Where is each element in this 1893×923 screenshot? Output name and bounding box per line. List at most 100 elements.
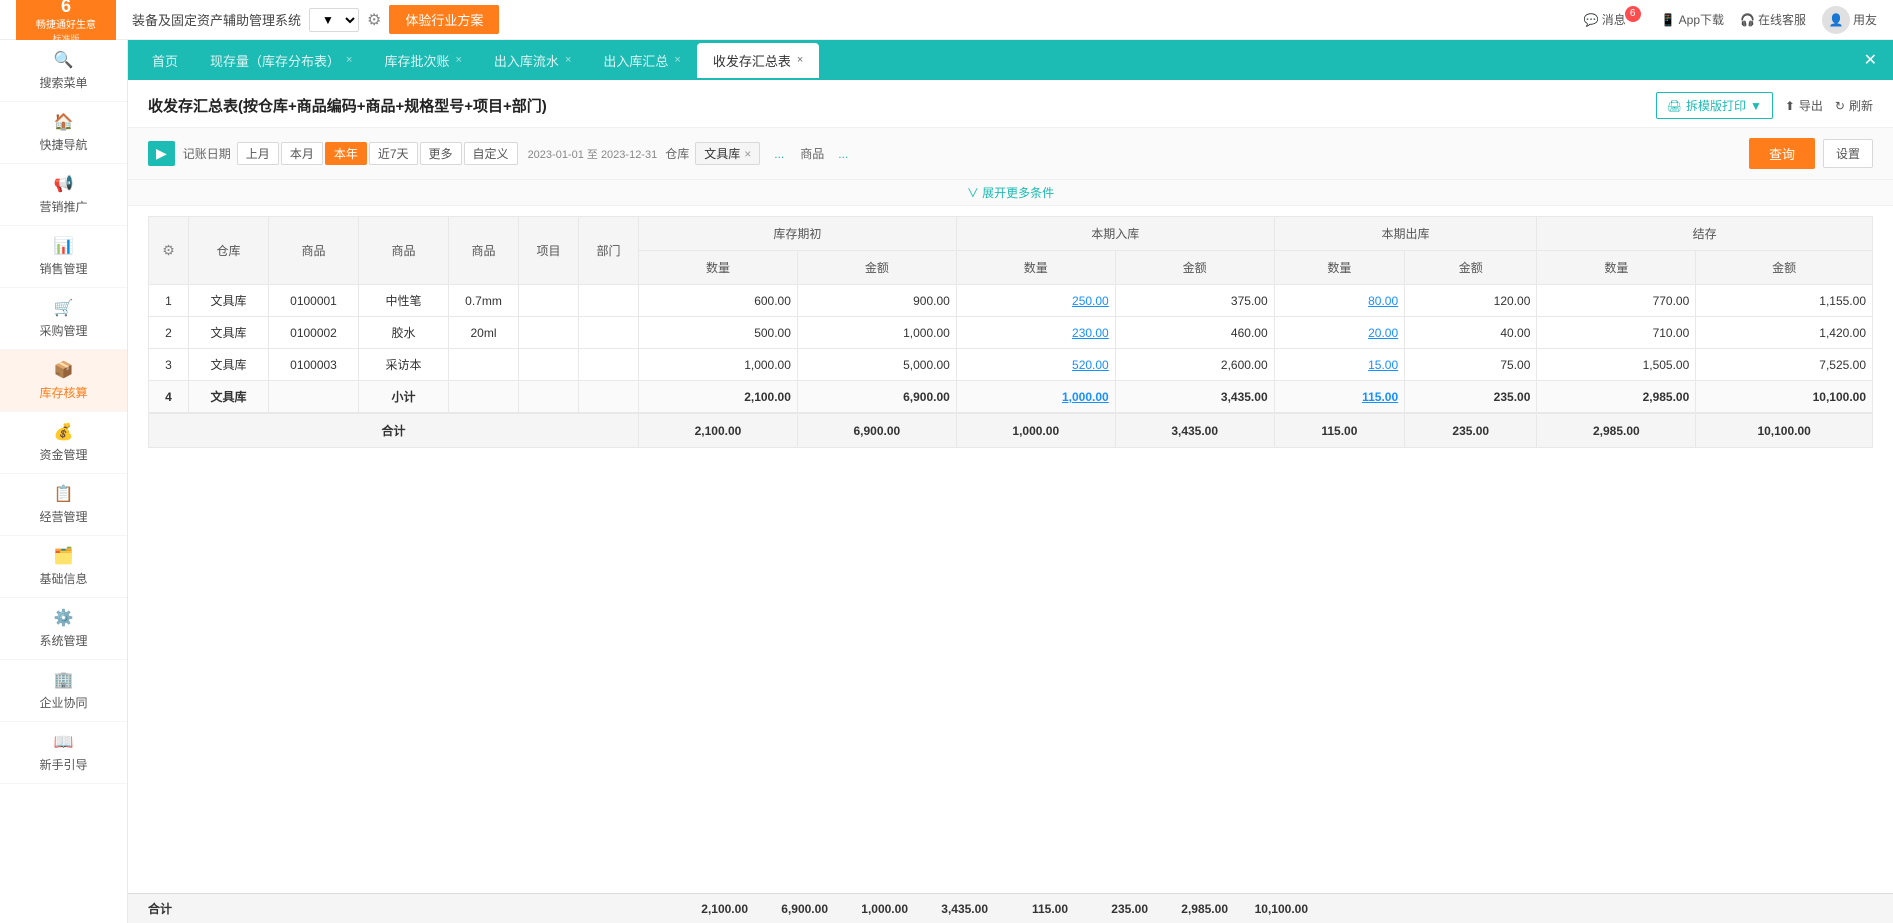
out-qty-link[interactable]: 20.00 [1368,326,1398,340]
app-top-bar: 6 畅捷通好生意 标准版 装备及固定资产辅助管理系统 ▼ ⚙ 体验行业方案 💬 … [0,0,1893,40]
tab-stock-dist[interactable]: 现存量（库存分布表） × [194,43,368,78]
headset-icon: 🎧 [1740,13,1755,27]
in-qty-link[interactable]: 520.00 [1072,358,1109,372]
warehouse-tag-remove-btn[interactable]: × [744,147,751,161]
cell-warehouse: 文具库 [189,349,269,381]
print-btn[interactable]: 🖨 拆模版打印 ▼ [1656,92,1773,119]
cell-in-qty[interactable]: 250.00 [956,285,1115,317]
cell-in-qty[interactable]: 230.00 [956,317,1115,349]
message-icon: 💬 [1584,13,1599,27]
date-btn-this-month[interactable]: 本月 [281,142,323,165]
tab-flow-close[interactable]: × [565,54,571,66]
goods-filter-label: 商品 [800,145,824,162]
out-qty-link[interactable]: 80.00 [1368,294,1398,308]
table-settings-icon[interactable]: ⚙ [162,242,175,258]
sidebar-item-quick-nav[interactable]: 🏠 快捷导航 [0,102,127,164]
th-dept: 部门 [579,217,639,285]
sidebar-item-guide[interactable]: 📖 新手引导 [0,722,127,784]
settings-gear-icon[interactable]: ⚙ [367,10,381,30]
tab-bar-close-btn[interactable]: ✕ [1856,46,1885,74]
cell-out-qty[interactable]: 15.00 [1274,349,1405,381]
expand-filter-btn[interactable]: ∨ 展开更多条件 [963,182,1058,204]
sidebar-item-finance[interactable]: 💰 资金管理 [0,412,127,474]
sidebar-item-enterprise[interactable]: 🏢 企业协同 [0,660,127,722]
cell-no: 1 [149,285,189,317]
footer-in-amt: 3,435.00 [1115,413,1274,448]
th-closing-amt: 金额 [1696,251,1873,285]
filter-settings-btn[interactable]: 设置 [1823,139,1873,168]
filter-toggle-btn[interactable]: ▶ [148,141,175,166]
date-btn-this-year[interactable]: 本年 [325,142,367,165]
cell-in-qty[interactable]: 520.00 [956,349,1115,381]
goods-ellipsis-btn[interactable]: ... [830,145,856,163]
tab-batch[interactable]: 库存批次账 × [368,43,477,78]
cell-out-qty[interactable]: 115.00 [1274,381,1405,414]
in-qty-link[interactable]: 250.00 [1072,294,1109,308]
tab-summary[interactable]: 出入库汇总 × [587,43,696,78]
message-btn[interactable]: 💬 消息 6 [1584,11,1645,28]
search-query-btn[interactable]: 查询 [1749,138,1815,169]
tab-summary-close[interactable]: × [674,54,680,66]
tab-stock-dist-close[interactable]: × [346,54,352,66]
refresh-btn[interactable]: ↻ 刷新 [1835,97,1873,114]
in-qty-link[interactable]: 1,000.00 [1062,390,1109,404]
online-service-btn[interactable]: 🎧 在线客服 [1740,11,1806,28]
tab-home[interactable]: 首页 [136,43,194,78]
export-btn[interactable]: ⬆ 导出 [1785,97,1823,114]
sidebar-item-sales[interactable]: 📊 销售管理 [0,226,127,288]
in-qty-link[interactable]: 230.00 [1072,326,1109,340]
date-btn-custom[interactable]: 自定义 [464,142,518,165]
cell-in-qty[interactable]: 1,000.00 [956,381,1115,414]
footer-bar-closing-amt: 10,100.00 [1228,902,1308,916]
th-closing-group: 结存 [1537,217,1873,251]
user-avatar[interactable]: 👤 用友 [1822,6,1877,34]
cell-warehouse: 文具库 [189,381,269,414]
tab-recv-send-close[interactable]: × [797,54,803,66]
date-btn-7days[interactable]: 近7天 [369,142,418,165]
sidebar-item-marketing[interactable]: 📢 营销推广 [0,164,127,226]
tab-batch-close[interactable]: × [455,54,461,66]
cell-closing-amt: 1,155.00 [1696,285,1873,317]
th-spec: 商品 [449,217,519,285]
cell-closing-qty: 710.00 [1537,317,1696,349]
operations-icon: 📋 [54,484,74,504]
data-table: ⚙ 仓库 商品 商品 商品 项目 部门 库存期初 本期入库 本期出库 [148,216,1873,448]
tab-flow[interactable]: 出入库流水 × [478,43,587,78]
exp-industry-btn[interactable]: 体验行业方案 [389,5,499,34]
sidebar-item-basic-info[interactable]: 🗂️ 基础信息 [0,536,127,598]
tab-recv-send[interactable]: 收发存汇总表 × [697,43,819,78]
cell-in-amt: 3,435.00 [1115,381,1274,414]
footer-bar-closing-qty: 2,985.00 [1148,902,1228,916]
cell-opening-amt: 1,000.00 [797,317,956,349]
out-qty-link[interactable]: 15.00 [1368,358,1398,372]
th-settings: ⚙ [149,217,189,285]
sidebar-item-label: 采购管理 [39,322,87,339]
cell-out-qty[interactable]: 80.00 [1274,285,1405,317]
date-btn-last-month[interactable]: 上月 [237,142,279,165]
cell-no: 2 [149,317,189,349]
date-btn-more[interactable]: 更多 [420,142,462,165]
sidebar-item-operations[interactable]: 📋 经营管理 [0,474,127,536]
sidebar-item-purchase[interactable]: 🛒 采购管理 [0,288,127,350]
sidebar-item-system[interactable]: ⚙️ 系统管理 [0,598,127,660]
th-opening-qty: 数量 [639,251,798,285]
sidebar-item-inventory[interactable]: 📦 库存核算 [0,350,127,412]
sidebar-item-search[interactable]: 🔍 搜索菜单 [0,40,127,102]
warehouse-ellipsis-btn[interactable]: ... [766,145,792,163]
app-download-btn[interactable]: 📱 App下载 [1661,11,1724,28]
app-download-label: App下载 [1679,11,1724,28]
th-out-qty: 数量 [1274,251,1405,285]
cell-no: 3 [149,349,189,381]
sys-select[interactable]: ▼ [309,8,359,32]
system-icon: ⚙️ [54,608,74,628]
out-qty-link[interactable]: 115.00 [1362,390,1398,404]
th-in-group: 本期入库 [956,217,1274,251]
table-row: 1文具库0100001中性笔0.7mm600.00900.00250.00375… [149,285,1873,317]
cell-dept [579,381,639,414]
cell-closing-amt: 10,100.00 [1696,381,1873,414]
th-opening-amt: 金额 [797,251,956,285]
cell-out-qty[interactable]: 20.00 [1274,317,1405,349]
cell-code: 0100002 [269,317,359,349]
msg-label: 消息 [1602,11,1626,28]
cell-name: 采访本 [359,349,449,381]
